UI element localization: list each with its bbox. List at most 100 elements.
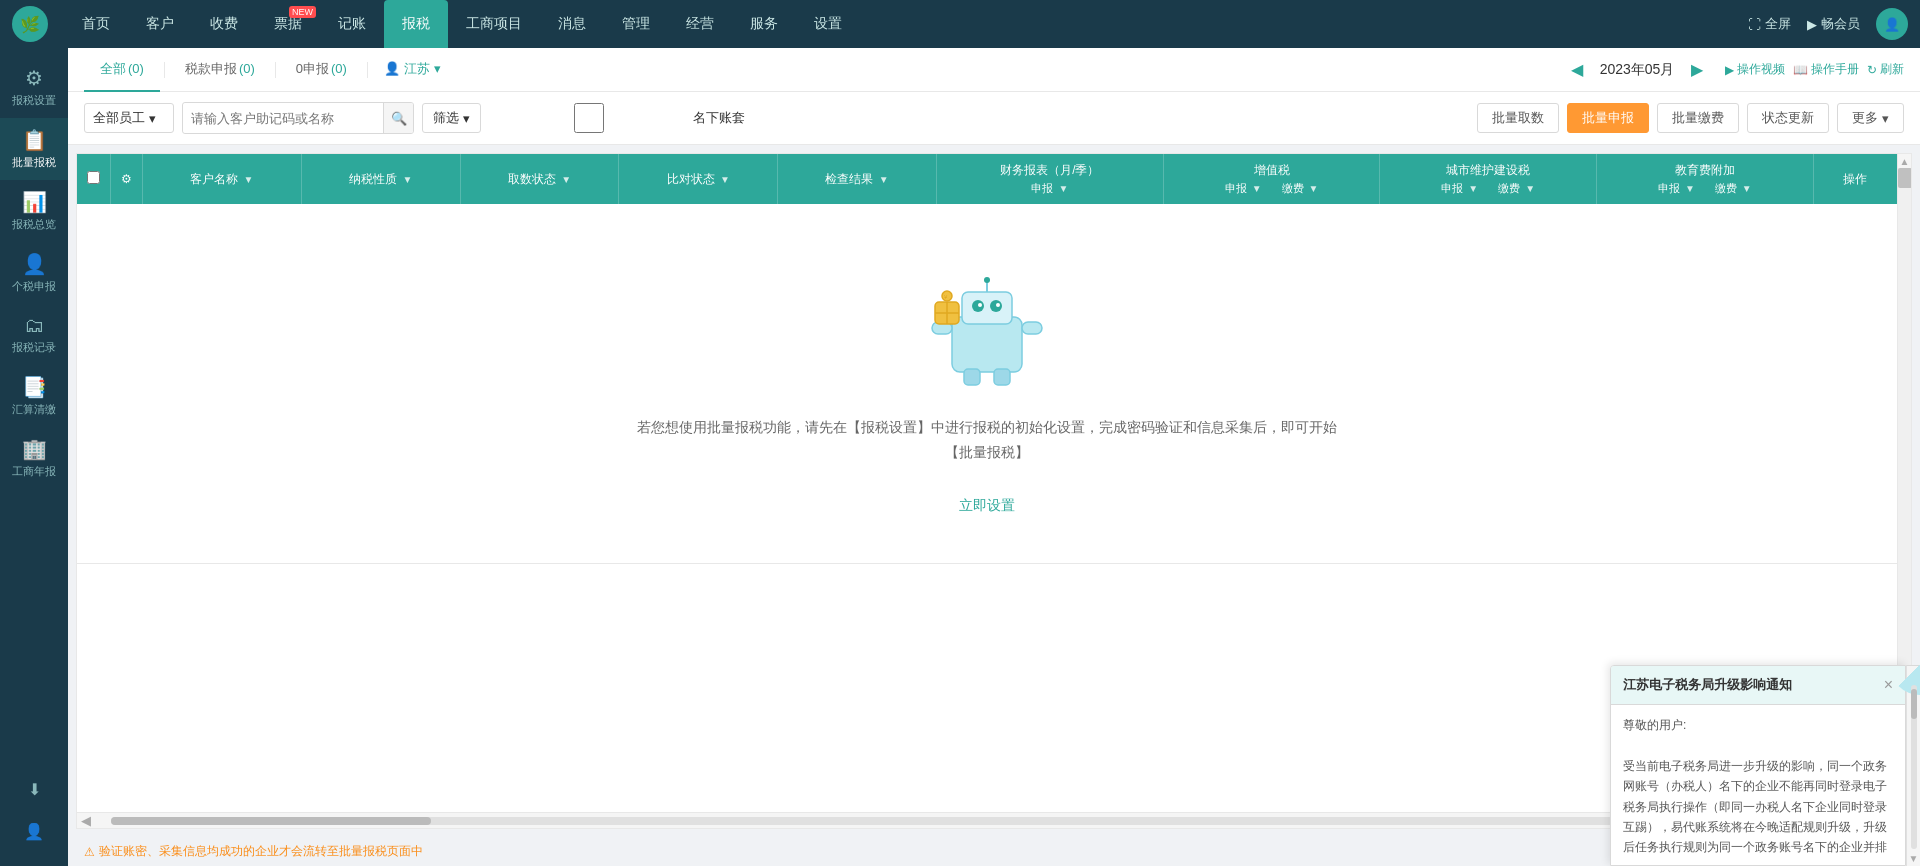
nav-item-customer[interactable]: 客户 <box>128 0 192 48</box>
vat-pay-filter-icon[interactable]: ▼ <box>1309 183 1319 194</box>
sidebar-item-batch-tax[interactable]: 📋 批量报税 <box>0 118 68 180</box>
notif-scroll-down[interactable]: ▼ <box>1909 852 1919 866</box>
filter-btn[interactable]: 筛选 ▾ <box>422 103 481 133</box>
tax-records-icon: 🗂 <box>24 314 44 337</box>
h-scroll-thumb[interactable] <box>111 817 431 825</box>
city-declare-filter-icon[interactable]: ▼ <box>1468 183 1478 194</box>
nav-item-tax[interactable]: 报税 <box>384 0 448 48</box>
region-select[interactable]: 👤 江苏 ▾ <box>372 48 453 92</box>
more-btn[interactable]: 更多 ▾ <box>1837 103 1904 133</box>
tax-overview-icon: 📊 <box>22 190 47 214</box>
fullscreen-btn[interactable]: ⛶ 全屏 <box>1748 15 1791 33</box>
nav-item-invoice[interactable]: 票据 NEW <box>256 0 320 48</box>
search-input[interactable] <box>183 103 383 133</box>
tabs-row: 全部(0) 税款申报(0) 0申报(0) 👤 江苏 ▾ ◀ 2023年05月 ▶ <box>68 48 1920 92</box>
sidebar-label-individual-tax: 个税申报 <box>12 279 56 294</box>
comparestatus-filter-icon[interactable]: ▼ <box>720 174 730 185</box>
status-update-btn[interactable]: 状态更新 <box>1747 103 1829 133</box>
customer-filter-icon[interactable]: ▼ <box>244 174 254 185</box>
nav-item-message[interactable]: 消息 <box>540 0 604 48</box>
batch-fetch-btn[interactable]: 批量取数 <box>1477 103 1559 133</box>
edu-pay-filter-icon[interactable]: ▼ <box>1742 183 1752 194</box>
prev-month-btn[interactable]: ◀ <box>1565 56 1589 83</box>
logo[interactable]: 🌿 <box>12 6 48 42</box>
tab-zero-count: (0) <box>331 61 347 76</box>
avatar[interactable]: 👤 <box>1876 8 1908 40</box>
tab-zero[interactable]: 0申报(0) <box>280 48 363 92</box>
svg-point-2 <box>972 300 984 312</box>
checkresult-filter-icon[interactable]: ▼ <box>879 174 889 185</box>
sidebar-label-settlement: 汇算清缴 <box>12 402 56 417</box>
user-icon: 👤 <box>24 822 44 841</box>
select-all-checkbox[interactable] <box>87 171 100 184</box>
nav-item-manage[interactable]: 管理 <box>604 0 668 48</box>
robot-svg: ¥ <box>917 272 1057 392</box>
setup-link[interactable]: 立即设置 <box>959 497 1015 515</box>
employee-select[interactable]: 全部员工 ▾ <box>84 103 174 133</box>
operation-video-btn[interactable]: ▶ 操作视频 <box>1725 61 1785 78</box>
batch-tax-icon: 📋 <box>22 128 47 152</box>
accountset-checkbox[interactable] <box>489 103 689 133</box>
tab-declare[interactable]: 税款申报(0) <box>169 48 271 92</box>
scroll-left-arrow[interactable]: ◀ <box>77 813 95 828</box>
next-month-btn[interactable]: ▶ <box>1685 56 1709 83</box>
nav-item-fee[interactable]: 收费 <box>192 0 256 48</box>
sidebar-item-tax-settings[interactable]: ⚙ 报税设置 <box>0 56 68 118</box>
nav-item-accounting[interactable]: 记账 <box>320 0 384 48</box>
nav-right: ⛶ 全屏 ▶ 畅会员 👤 <box>1748 8 1908 40</box>
chevron-down-icon: ▾ <box>1882 111 1889 126</box>
city-pay-filter-icon[interactable]: ▼ <box>1525 183 1535 194</box>
sidebar-item-individual-tax[interactable]: 👤 个税申报 <box>0 242 68 304</box>
sidebar-label-annual-report: 工商年报 <box>12 464 56 479</box>
region-label: 江苏 <box>404 60 430 78</box>
toolbar: 全部员工 ▾ 🔍 筛选 ▾ 名下账套 批量取数 批量申报 <box>68 92 1920 145</box>
nav-item-service[interactable]: 服务 <box>732 0 796 48</box>
vat-declare-filter-icon[interactable]: ▼ <box>1252 183 1262 194</box>
operation-manual-btn[interactable]: 📖 操作手册 <box>1793 61 1859 78</box>
nav-item-home[interactable]: 首页 <box>64 0 128 48</box>
sidebar-item-annual-report[interactable]: 🏢 工商年报 <box>0 427 68 489</box>
toolbar-right: 批量取数 批量申报 批量缴费 状态更新 更多 ▾ <box>1477 103 1904 133</box>
edu-declare-filter-icon[interactable]: ▼ <box>1685 183 1695 194</box>
batch-pay-btn[interactable]: 批量缴费 <box>1657 103 1739 133</box>
svg-rect-10 <box>964 369 980 385</box>
batch-declare-btn[interactable]: 批量申报 <box>1567 103 1649 133</box>
sidebar-item-settlement[interactable]: 📑 汇算清缴 <box>0 365 68 427</box>
nav-item-settings[interactable]: 设置 <box>796 0 860 48</box>
refresh-icon: ↻ <box>1867 63 1877 77</box>
sidebar-item-tax-records[interactable]: 🗂 报税记录 <box>0 304 68 365</box>
finreport-filter-icon[interactable]: ▼ <box>1058 183 1068 194</box>
new-badge: NEW <box>289 6 316 18</box>
individual-tax-icon: 👤 <box>22 252 47 276</box>
sidebar-item-tax-overview[interactable]: 📊 报税总览 <box>0 180 68 242</box>
sidebar-label-tax-records: 报税记录 <box>12 340 56 355</box>
sidebar-item-download[interactable]: ⬇ <box>20 770 48 812</box>
empty-desc: 若您想使用批量报税功能，请先在【报税设置】中进行报税的初始化设置，完成密码验证和… <box>637 415 1337 465</box>
nav-item-ops[interactable]: 经营 <box>668 0 732 48</box>
tab-actions: ▶ 操作视频 📖 操作手册 ↻ 刷新 <box>1725 61 1904 78</box>
sidebar-label-batch-tax: 批量报税 <box>12 155 56 170</box>
chevron-down-icon: ▾ <box>463 111 470 126</box>
vip-btn[interactable]: ▶ 畅会员 <box>1807 15 1860 33</box>
data-table: ⚙ 客户名称 ▼ 纳税性质 ▼ 取数状态 <box>77 154 1897 564</box>
svg-rect-1 <box>962 292 1012 324</box>
notif-side-scrollbar[interactable]: ▲ ▼ <box>1906 665 1920 866</box>
search-btn[interactable]: 🔍 <box>383 103 413 133</box>
tax-settings-icon: ⚙ <box>25 66 43 90</box>
checkbox-label[interactable]: 名下账套 <box>489 103 745 133</box>
sidebar-item-user[interactable]: 👤 <box>20 812 48 854</box>
notification-panel: 江苏电子税务局升级影响通知 × 尊敬的用户: 受当前电子税务局进一步升级的影响，… <box>1610 665 1906 866</box>
chevron-down-icon: ▾ <box>434 61 441 76</box>
notif-scroll-thumb[interactable] <box>1911 689 1917 719</box>
annual-report-icon: 🏢 <box>22 437 47 461</box>
taxtype-filter-icon[interactable]: ▼ <box>402 174 412 185</box>
fetchstatus-filter-icon[interactable]: ▼ <box>561 174 571 185</box>
refresh-btn[interactable]: ↻ 刷新 <box>1867 61 1904 78</box>
tab-all[interactable]: 全部(0) <box>84 48 160 92</box>
scroll-thumb[interactable] <box>1898 168 1911 188</box>
scroll-up-arrow[interactable]: ▲ <box>1898 154 1911 168</box>
nav-item-business[interactable]: 工商项目 <box>448 0 540 48</box>
svg-rect-9 <box>1022 322 1042 334</box>
tab-declare-count: (0) <box>239 61 255 76</box>
svg-point-4 <box>978 303 982 307</box>
